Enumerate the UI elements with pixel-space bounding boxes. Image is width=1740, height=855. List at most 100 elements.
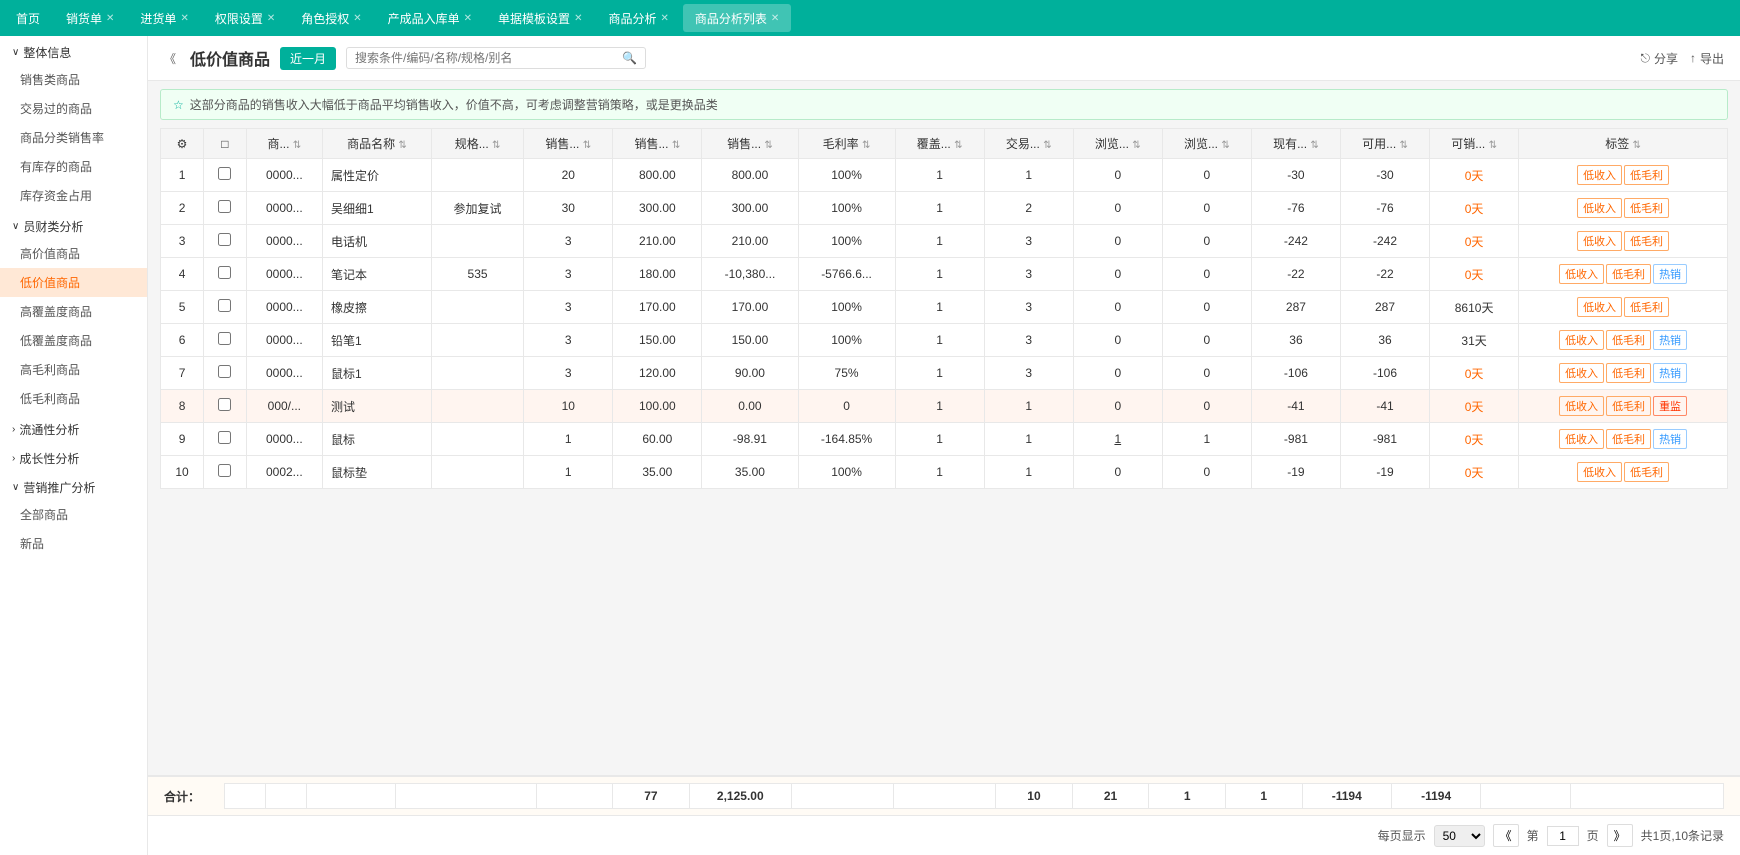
cell-checkbox[interactable] [204, 324, 247, 357]
col-coverage[interactable]: 覆盖... ⇅ [895, 129, 984, 159]
per-page-select[interactable]: 50 100 200 [1434, 825, 1485, 847]
sidebar-item-low-gross[interactable]: 低毛利商品 [0, 384, 147, 413]
cell-checkbox[interactable] [204, 159, 247, 192]
search-icon[interactable]: 🔍 [622, 51, 637, 65]
close-icon[interactable]: ✕ [353, 13, 361, 24]
view-link[interactable]: 1 [1114, 432, 1121, 446]
cell-checkbox[interactable] [204, 456, 247, 489]
table-row[interactable]: 7 0000... 鼠标1 3 120.00 90.00 75% 1 3 0 0… [161, 357, 1728, 390]
table-row[interactable]: 1 0000... 属性定价 20 800.00 800.00 100% 1 1… [161, 159, 1728, 192]
col-gross-rate[interactable]: 毛利率 ⇅ [798, 129, 895, 159]
page-input[interactable] [1547, 826, 1579, 846]
close-icon[interactable]: ✕ [106, 13, 114, 24]
sidebar-group-growth[interactable]: › 成长性分析 [0, 442, 147, 471]
close-icon[interactable]: ✕ [180, 13, 188, 24]
table-row[interactable]: 3 0000... 电话机 3 210.00 210.00 100% 1 3 0… [161, 225, 1728, 258]
close-icon[interactable]: ✕ [660, 13, 668, 24]
cell-checkbox[interactable] [204, 423, 247, 456]
sidebar-collapse-button[interactable]: 《 [164, 50, 176, 67]
nav-permission[interactable]: 权限设置 ✕ [203, 4, 287, 32]
col-stock2[interactable]: 可用... ⇅ [1340, 129, 1429, 159]
sidebar-group-marketing[interactable]: ∨ 营销推广分析 [0, 471, 147, 500]
cell-checkbox[interactable] [204, 225, 247, 258]
search-box[interactable]: 🔍 [346, 47, 646, 69]
col-name[interactable]: 商品名称 ⇅ [322, 129, 431, 159]
share-button[interactable]: ⎋ 分享 [1640, 50, 1678, 67]
sidebar-item-high-value[interactable]: 高价值商品 [0, 239, 147, 268]
time-filter-button[interactable]: 近一月 [280, 47, 336, 70]
col-checkbox[interactable]: □ [204, 129, 247, 159]
col-settings[interactable]: ⚙ [161, 129, 204, 159]
cell-checkbox[interactable] [204, 357, 247, 390]
sidebar-item-low-coverage[interactable]: 低覆盖度商品 [0, 326, 147, 355]
nav-product-in[interactable]: 产成品入库单 ✕ [376, 4, 484, 32]
table-row[interactable]: 8 000/... 测试 10 100.00 0.00 0 1 1 0 0 -4… [161, 390, 1728, 423]
cell-stock2: -76 [1340, 192, 1429, 225]
cell-gross: 100% [798, 456, 895, 489]
cell-view1[interactable]: 0 [1073, 225, 1162, 258]
cell-s2: 300.00 [613, 192, 702, 225]
sidebar-group-circulation[interactable]: › 流通性分析 [0, 413, 147, 442]
nav-purchase-order[interactable]: 进货单 ✕ [128, 4, 200, 32]
nav-home[interactable]: 首页 [4, 4, 52, 32]
nav-goods-analysis-list[interactable]: 商品分析列表 ✕ [683, 4, 791, 32]
cell-gross: 100% [798, 192, 895, 225]
sidebar-item-stock-capital[interactable]: 库存资金占用 [0, 181, 147, 210]
sidebar-item-stocked-goods[interactable]: 有库存的商品 [0, 152, 147, 181]
sidebar-item-category-rate[interactable]: 商品分类销售率 [0, 123, 147, 152]
cell-checkbox[interactable] [204, 291, 247, 324]
cell-checkbox[interactable] [204, 390, 247, 423]
col-sales1[interactable]: 销售... ⇅ [524, 129, 613, 159]
cell-checkbox[interactable] [204, 258, 247, 291]
cell-view1[interactable]: 0 [1073, 324, 1162, 357]
sidebar-item-traded-goods[interactable]: 交易过的商品 [0, 94, 147, 123]
col-stock1[interactable]: 现有... ⇅ [1251, 129, 1340, 159]
col-tags[interactable]: 标签 ⇅ [1519, 129, 1728, 159]
tag-badge: 低毛利 [1606, 330, 1651, 350]
cell-view1[interactable]: 0 [1073, 291, 1162, 324]
col-spec[interactable]: 规格... ⇅ [431, 129, 523, 159]
cell-view1[interactable]: 0 [1073, 390, 1162, 423]
nav-template[interactable]: 单据模板设置 ✕ [486, 4, 594, 32]
sidebar-item-low-value[interactable]: 低价值商品 [0, 268, 147, 297]
col-view1[interactable]: 浏览... ⇅ [1073, 129, 1162, 159]
col-sellable[interactable]: 可销... ⇅ [1430, 129, 1519, 159]
next-page-button[interactable]: 》 [1607, 824, 1633, 847]
table-row[interactable]: 10 0002... 鼠标垫 1 35.00 35.00 100% 1 1 0 … [161, 456, 1728, 489]
sidebar-item-high-gross[interactable]: 高毛利商品 [0, 355, 147, 384]
cell-view1[interactable]: 0 [1073, 357, 1162, 390]
sidebar-group-overview[interactable]: ∨ 整体信息 [0, 36, 147, 65]
search-input[interactable] [355, 51, 618, 65]
col-code[interactable]: 商... ⇅ [246, 129, 322, 159]
col-sales3[interactable]: 销售... ⇅ [702, 129, 798, 159]
cell-view1[interactable]: 0 [1073, 192, 1162, 225]
sidebar-group-finance[interactable]: ∨ 员财类分析 [0, 210, 147, 239]
cell-view1[interactable]: 0 [1073, 159, 1162, 192]
cell-view1[interactable]: 1 [1073, 423, 1162, 456]
tag-badge: 低收入 [1559, 264, 1604, 284]
col-view2[interactable]: 浏览... ⇅ [1162, 129, 1251, 159]
table-row[interactable]: 4 0000... 笔记本 535 3 180.00 -10,380... -5… [161, 258, 1728, 291]
cell-view1[interactable]: 0 [1073, 258, 1162, 291]
close-icon[interactable]: ✕ [771, 13, 779, 24]
table-row[interactable]: 6 0000... 铅笔1 3 150.00 150.00 100% 1 3 0… [161, 324, 1728, 357]
close-icon[interactable]: ✕ [464, 13, 472, 24]
col-trade[interactable]: 交易... ⇅ [984, 129, 1073, 159]
col-sales2[interactable]: 销售... ⇅ [613, 129, 702, 159]
close-icon[interactable]: ✕ [267, 13, 275, 24]
export-button[interactable]: ↑ 导出 [1690, 50, 1724, 67]
first-page-button[interactable]: 《 [1493, 824, 1519, 847]
nav-role-auth[interactable]: 角色授权 ✕ [289, 4, 373, 32]
nav-goods-analysis[interactable]: 商品分析 ✕ [596, 4, 680, 32]
table-row[interactable]: 2 0000... 吴细细1 参加复试 30 300.00 300.00 100… [161, 192, 1728, 225]
nav-sales-order[interactable]: 销货单 ✕ [54, 4, 126, 32]
table-row[interactable]: 9 0000... 鼠标 1 60.00 -98.91 -164.85% 1 1… [161, 423, 1728, 456]
sidebar-item-high-coverage[interactable]: 高覆盖度商品 [0, 297, 147, 326]
sidebar-item-all-goods[interactable]: 全部商品 [0, 500, 147, 529]
sidebar-item-new-goods[interactable]: 新品 [0, 529, 147, 558]
table-row[interactable]: 5 0000... 橡皮擦 3 170.00 170.00 100% 1 3 0… [161, 291, 1728, 324]
close-icon[interactable]: ✕ [574, 13, 582, 24]
sidebar-item-sales-goods[interactable]: 销售类商品 [0, 65, 147, 94]
cell-checkbox[interactable] [204, 192, 247, 225]
cell-view1[interactable]: 0 [1073, 456, 1162, 489]
